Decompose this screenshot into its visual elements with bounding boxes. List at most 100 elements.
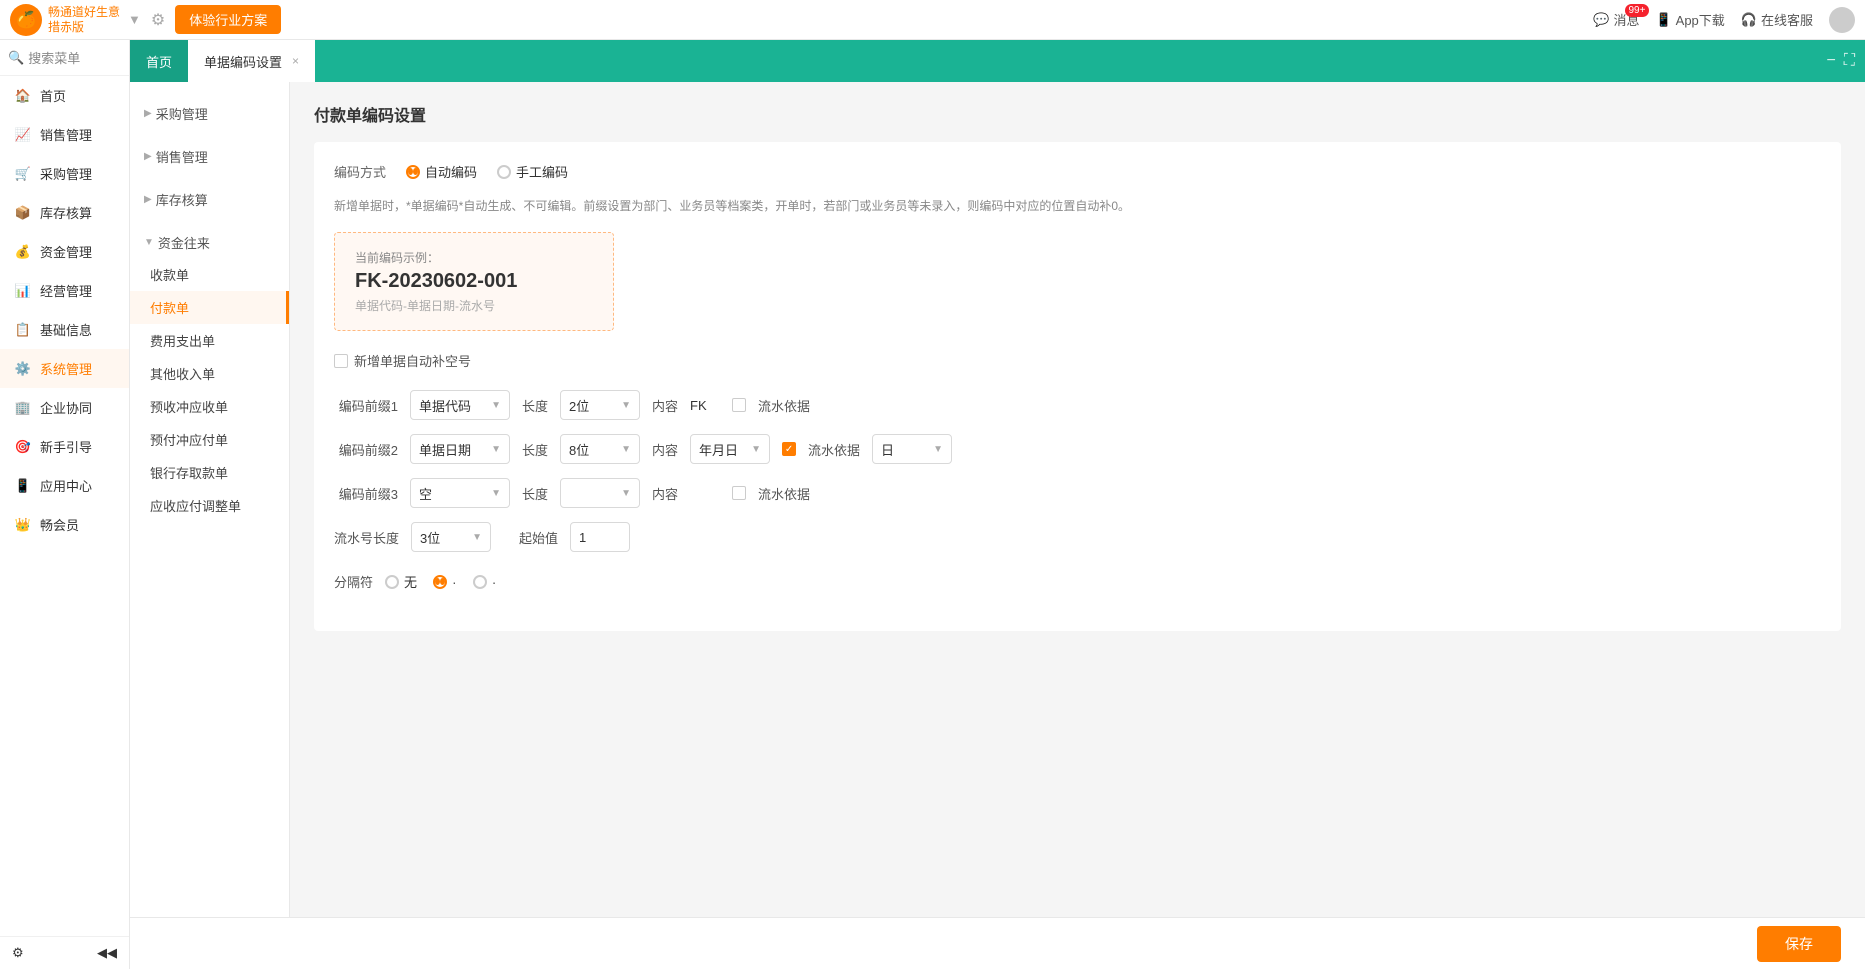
logo: 🍊 畅通道好生意 措赤版 xyxy=(10,4,120,36)
radio-auto-circle xyxy=(406,165,420,179)
app-download-btn[interactable]: 📱 App下载 xyxy=(1655,10,1724,29)
length2-select[interactable]: 8位 ▼ xyxy=(560,434,640,464)
sidebar-item-operation[interactable]: 📊 经营管理 xyxy=(0,271,129,310)
logo-text: 畅通道好生意 措赤版 xyxy=(48,5,120,34)
sep-none-radio[interactable]: 无 xyxy=(385,572,417,591)
sidebar-item-basic[interactable]: 📋 基础信息 xyxy=(0,310,129,349)
radio-manual-circle xyxy=(497,165,511,179)
settings-card: 编码方式 自动编码 手工编码 新增单据时，*单据编 xyxy=(314,142,1841,631)
sub-header-capital[interactable]: ▼ 资金往来 xyxy=(130,227,289,258)
encoding-mode-row: 编码方式 自动编码 手工编码 xyxy=(334,162,1821,181)
sep-dot-radio[interactable]: · xyxy=(433,574,457,590)
sidebar-item-sales[interactable]: 📈 销售管理 xyxy=(0,115,129,154)
code-preview-desc: 单据代码-单据日期-流水号 xyxy=(355,297,593,314)
sidebar: 🔍 搜索菜单 🏠 首页 📈 销售管理 🛒 采购管理 📦 库存核算 💰 资金管理 … xyxy=(0,40,130,969)
separator-label: 分隔符 xyxy=(334,572,373,591)
inventory-icon: 📦 xyxy=(14,204,32,222)
arrow-right-icon3: ▶ xyxy=(144,194,152,205)
prefix2-select[interactable]: 单据日期 ▼ xyxy=(410,434,510,464)
content3-label: 内容 xyxy=(652,484,678,503)
flow-depend1-checkbox[interactable] xyxy=(732,398,746,412)
sidebar-item-home[interactable]: 🏠 首页 xyxy=(0,76,129,115)
settings-icon[interactable]: ⚙ xyxy=(151,10,165,30)
radio-auto[interactable]: 自动编码 xyxy=(406,162,477,181)
sub-header-purchase[interactable]: ▶ 采购管理 xyxy=(130,98,289,129)
prefix3-arrow-icon: ▼ xyxy=(491,488,501,499)
tab-home[interactable]: 首页 xyxy=(130,40,188,82)
serial-length-select[interactable]: 3位 ▼ xyxy=(411,522,491,552)
expand-btn[interactable]: ▼ xyxy=(128,12,141,27)
tab-bar: 首页 单据编码设置 × − ⛶ xyxy=(130,40,1865,82)
user-avatar[interactable] xyxy=(1829,7,1855,33)
flow-depend3-checkbox[interactable] xyxy=(732,486,746,500)
sub-item-prepay-offset[interactable]: 预收冲应收单 xyxy=(130,390,289,423)
sub-sidebar: ▶ 采购管理 ▶ 销售管理 ▶ 库存核算 xyxy=(130,82,290,917)
sidebar-item-appcenter[interactable]: 📱 应用中心 xyxy=(0,466,129,505)
sidebar-search[interactable]: 🔍 搜索菜单 xyxy=(0,40,129,76)
sidebar-item-finance[interactable]: 💰 资金管理 xyxy=(0,232,129,271)
system-icon: ⚙️ xyxy=(14,360,32,378)
encoding-mode-label: 编码方式 xyxy=(334,162,386,181)
flow-depend2-checkbox[interactable]: ✓ xyxy=(782,442,796,456)
prefix2-row: 编码前缀2 单据日期 ▼ 长度 8位 ▼ 内容 年月日 xyxy=(334,434,1821,464)
start-value-input[interactable] xyxy=(570,522,630,552)
length1-select[interactable]: 2位 ▼ xyxy=(560,390,640,420)
sidebar-item-enterprise[interactable]: 🏢 企业协同 xyxy=(0,388,129,427)
sidebar-item-inventory[interactable]: 📦 库存核算 xyxy=(0,193,129,232)
serial-length-label: 流水号长度 xyxy=(334,528,399,547)
sub-header-inventory[interactable]: ▶ 库存核算 xyxy=(130,184,289,215)
operation-icon: 📊 xyxy=(14,282,32,300)
prefix1-row: 编码前缀1 单据代码 ▼ 长度 2位 ▼ 内容 FK 流水依据 xyxy=(334,390,1821,420)
sidebar-settings-icon[interactable]: ⚙ xyxy=(12,945,24,961)
online-service-btn[interactable]: 🎧 在线客服 xyxy=(1741,10,1813,29)
sidebar-bottom: ⚙ ◀◀ xyxy=(0,936,129,969)
download-icon: 📱 xyxy=(1655,12,1671,28)
sep-dot2-radio[interactable]: · xyxy=(473,574,497,590)
sub-header-sales[interactable]: ▶ 销售管理 xyxy=(130,141,289,172)
info-text: 新增单据时，*单据编码*自动生成、不可编辑。前缀设置为部门、业务员等档案类，开单… xyxy=(334,197,1821,216)
top-bar-left: 🍊 畅通道好生意 措赤版 ▼ ⚙ 体验行业方案 xyxy=(10,4,281,36)
sidebar-item-member[interactable]: 👑 畅会员 xyxy=(0,505,129,544)
content2-select[interactable]: 年月日 ▼ xyxy=(690,434,770,464)
member-icon: 👑 xyxy=(14,516,32,534)
sub-item-other-income[interactable]: 其他收入单 xyxy=(130,357,289,390)
top-bar: 🍊 畅通道好生意 措赤版 ▼ ⚙ 体验行业方案 💬 消息 99+ 📱 App下载… xyxy=(0,0,1865,40)
arrow-down-icon: ▼ xyxy=(144,237,154,248)
messages-btn[interactable]: 💬 消息 99+ xyxy=(1593,10,1639,29)
separator-radio-group: 无 · · xyxy=(385,572,496,591)
auto-fill-checkbox[interactable] xyxy=(334,354,348,368)
prefix1-select[interactable]: 单据代码 ▼ xyxy=(410,390,510,420)
length3-arrow-icon: ▼ xyxy=(621,488,631,499)
radio-manual[interactable]: 手工编码 xyxy=(497,162,568,181)
sub-item-payment[interactable]: 付款单 xyxy=(130,291,289,324)
sidebar-item-system[interactable]: ⚙️ 系统管理 xyxy=(0,349,129,388)
sidebar-item-purchase[interactable]: 🛒 采购管理 xyxy=(0,154,129,193)
flow-unit-select[interactable]: 日 ▼ xyxy=(872,434,952,464)
sub-item-receipt[interactable]: 收款单 xyxy=(130,258,289,291)
sub-item-bank[interactable]: 银行存取款单 xyxy=(130,456,289,489)
sidebar-item-newguide[interactable]: 🎯 新手引导 xyxy=(0,427,129,466)
auto-fill-row[interactable]: 新增单据自动补空号 xyxy=(334,351,1821,370)
tab-encoding[interactable]: 单据编码设置 × xyxy=(188,40,315,82)
length1-arrow-icon: ▼ xyxy=(621,400,631,411)
start-value-label: 起始值 xyxy=(519,528,558,547)
code-preview: 当前编码示例： FK-20230602-001 单据代码-单据日期-流水号 xyxy=(334,232,614,331)
service-icon: 🎧 xyxy=(1741,12,1757,28)
tab-maximize-btn[interactable]: ⛶ xyxy=(1844,52,1855,70)
sub-item-expense[interactable]: 费用支出单 xyxy=(130,324,289,357)
sep-dot2-symbol: · xyxy=(492,574,497,590)
logo-icon: 🍊 xyxy=(10,4,42,36)
trial-button[interactable]: 体验行业方案 xyxy=(175,5,281,34)
home-icon: 🏠 xyxy=(14,87,32,105)
sub-section-purchase: ▶ 采购管理 xyxy=(130,92,289,135)
prefix3-row: 编码前缀3 空 ▼ 长度 ▼ 内容 流水依据 xyxy=(334,478,1821,508)
sidebar-collapse-icon[interactable]: ◀◀ xyxy=(97,945,117,961)
length3-select[interactable]: ▼ xyxy=(560,478,640,508)
prefix3-select[interactable]: 空 ▼ xyxy=(410,478,510,508)
sub-item-advance-offset[interactable]: 预付冲应付单 xyxy=(130,423,289,456)
serial-row: 流水号长度 3位 ▼ 起始值 xyxy=(334,522,1821,552)
tab-close-icon[interactable]: × xyxy=(292,54,299,68)
sub-item-adjustment[interactable]: 应收应付调整单 xyxy=(130,489,289,522)
tab-minimize-btn[interactable]: − xyxy=(1826,52,1835,70)
save-button[interactable]: 保存 xyxy=(1757,926,1841,962)
